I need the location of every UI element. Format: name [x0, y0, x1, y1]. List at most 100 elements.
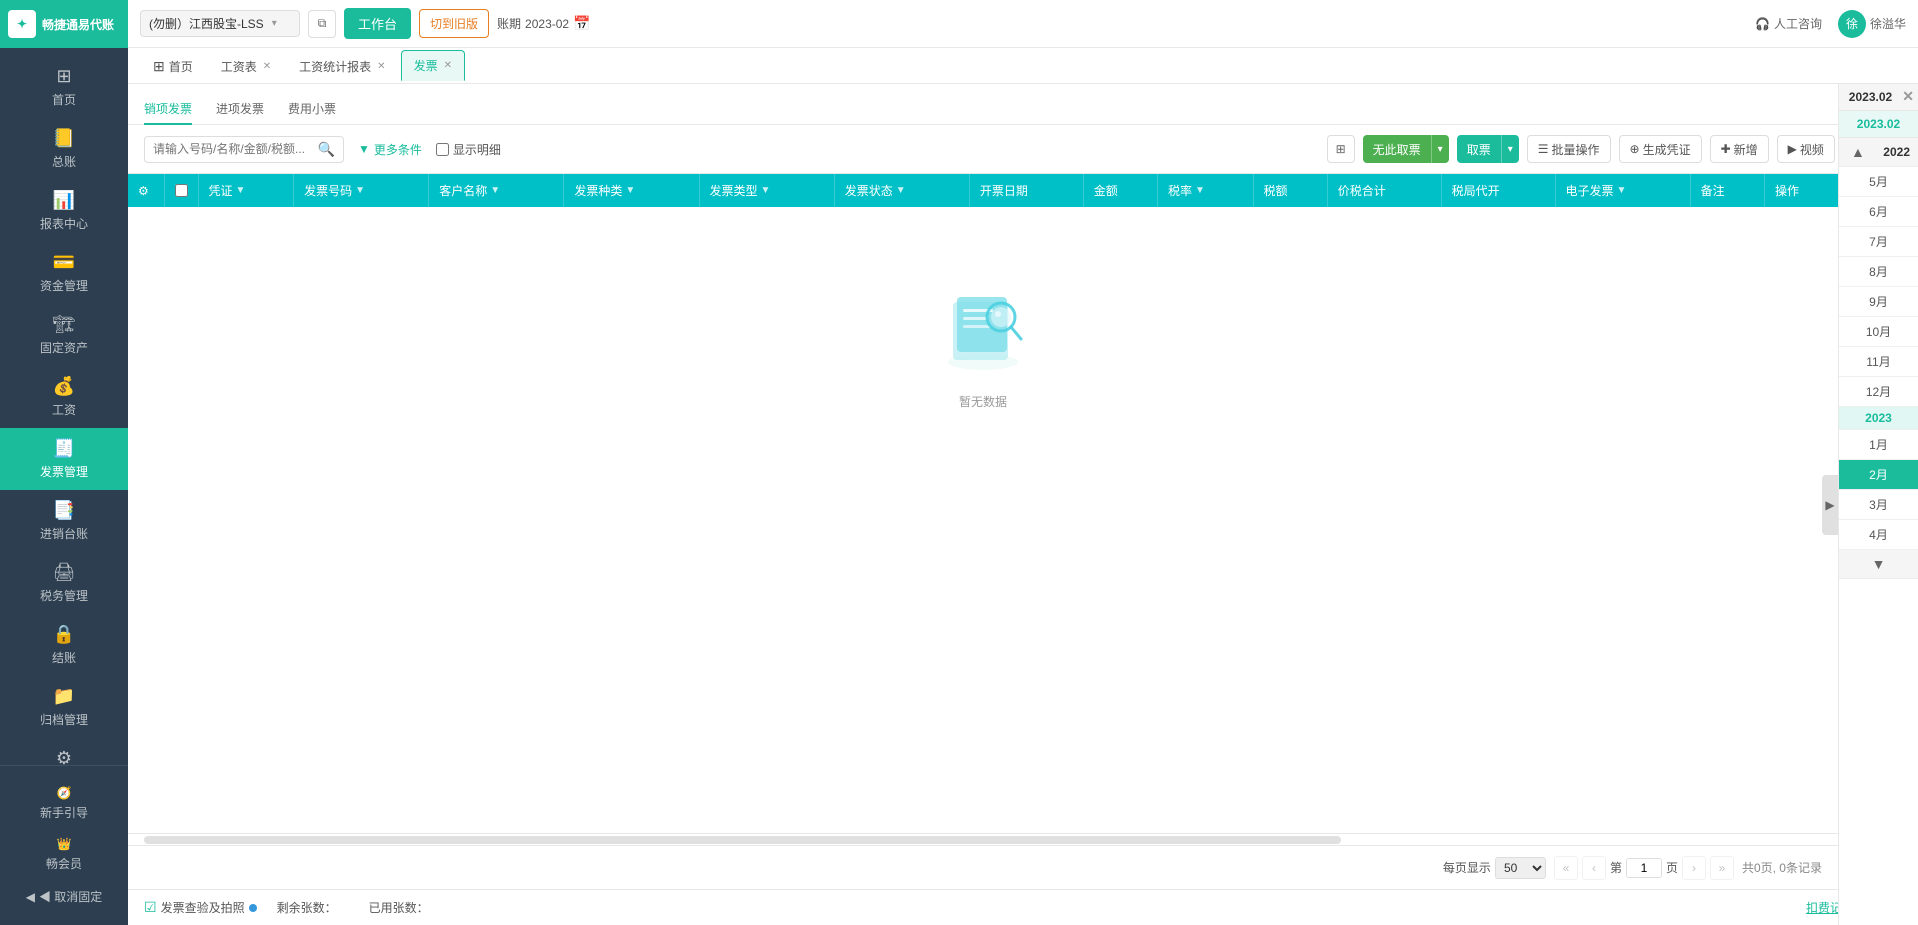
th-checkbox[interactable] [164, 174, 198, 207]
tab-close-icon[interactable]: ✕ [263, 61, 271, 72]
sidebar-item-closing[interactable]: 🔒 结账 [0, 614, 128, 676]
month-2022-10[interactable]: 10月 [1839, 317, 1918, 347]
month-2022-9[interactable]: 9月 [1839, 287, 1918, 317]
expand-icon: ▶ [1825, 498, 1834, 512]
inner-tab-expense[interactable]: 费用小票 [288, 94, 336, 125]
month-2022-5[interactable]: 5月 [1839, 167, 1918, 197]
tab-close-icon[interactable]: ✕ [444, 60, 452, 71]
workbench-button[interactable]: 工作台 [344, 8, 411, 39]
tab-home[interactable]: ⊞ 首页 [140, 51, 206, 81]
invoice-check-label[interactable]: ☑ 发票查验及拍照 [144, 899, 257, 916]
customer-filter-icon[interactable]: ▼ [490, 185, 500, 196]
inner-tab-purchase[interactable]: 进项发票 [216, 94, 264, 125]
new-label: 新增 [1734, 141, 1758, 158]
tab-invoices[interactable]: 发票 ✕ [401, 50, 465, 81]
th-amount: 金额 [1083, 174, 1157, 207]
copy-company-btn[interactable]: ⧉ [308, 10, 336, 38]
year-up-arrow[interactable]: ▲ [1847, 142, 1869, 162]
no-ticket-btn[interactable]: 无此取票 ▾ [1363, 135, 1449, 163]
th-settings[interactable]: ⚙ [128, 174, 164, 207]
tax-rate-filter-icon[interactable]: ▼ [1195, 185, 1205, 196]
page-number-input[interactable] [1626, 858, 1662, 878]
ticket-label: 取票 [1457, 135, 1502, 163]
invoice-cat-filter-icon[interactable]: ▼ [761, 185, 771, 196]
invoice-type-filter-icon[interactable]: ▼ [625, 185, 635, 196]
sidebar-item-funds[interactable]: 💳 资金管理 [0, 242, 128, 304]
expand-panel-btn[interactable]: ▶ [1822, 475, 1838, 535]
month-2023-2[interactable]: 2月 [1839, 460, 1918, 490]
member-icon: 👑 [57, 837, 72, 851]
empty-state: 暂无数据 [128, 207, 1838, 490]
sidebar-item-tax[interactable]: 🖨 税务管理 [0, 552, 128, 614]
show-detail-label: 显示明细 [453, 141, 501, 158]
month-2022-8[interactable]: 8月 [1839, 257, 1918, 287]
company-selector[interactable]: (勿删）江西股宝-LSS ▾ [140, 10, 300, 37]
e-invoice-filter-icon[interactable]: ▼ [1617, 185, 1627, 196]
th-invoice-type: 发票种类 ▼ [564, 174, 699, 207]
month-2022-7[interactable]: 7月 [1839, 227, 1918, 257]
first-page-btn[interactable]: « [1554, 856, 1578, 880]
panel-close-btn[interactable]: ✕ [1902, 88, 1914, 105]
prev-page-btn[interactable]: ‹ [1582, 856, 1606, 880]
sidebar-item-ledger[interactable]: 📒 总账 [0, 118, 128, 180]
month-2023-1[interactable]: 1月 [1839, 430, 1918, 460]
search-icon[interactable]: 🔍 [318, 141, 335, 158]
sidebar-item-archive[interactable]: 📁 归档管理 [0, 676, 128, 738]
inner-tab-sales[interactable]: 销项发票 [144, 94, 192, 125]
tax-total-col-label: 价税合计 [1338, 182, 1386, 199]
no-ticket-label: 无此取票 [1363, 135, 1432, 163]
show-detail-checkbox[interactable]: 显示明细 [436, 141, 501, 158]
th-tax-rate: 税率 ▼ [1157, 174, 1253, 207]
th-invoice-status: 发票状态 ▼ [834, 174, 969, 207]
new-btn[interactable]: ✚ 新增 [1710, 135, 1769, 163]
sidebar-item-member[interactable]: 👑 畅会员 [0, 829, 128, 880]
right-date-panel: 2023.02 ✕ 2023.02 ▲ 2022 5月 6月 7月 8月 [1838, 84, 1918, 925]
invoice-status-filter-icon[interactable]: ▼ [896, 185, 906, 196]
sidebar-item-guide[interactable]: 🧭 新手引导 [0, 778, 128, 829]
support-btn[interactable]: 🎧 人工咨询 [1755, 15, 1822, 32]
month-2022-6[interactable]: 6月 [1839, 197, 1918, 227]
h-scrollbar-area[interactable] [128, 833, 1838, 845]
sidebar-item-assets[interactable]: 🏗 固定资产 [0, 304, 128, 366]
inner-tab-label: 销项发票 [144, 102, 192, 116]
tab-close-icon[interactable]: ✕ [377, 61, 385, 72]
batch-ops-btn[interactable]: ☰ 批量操作 [1527, 135, 1611, 163]
last-page-btn[interactable]: » [1710, 856, 1734, 880]
voucher-filter-icon[interactable]: ▼ [236, 185, 246, 196]
period-calendar-icon[interactable]: 📅 [573, 15, 590, 32]
page-size-select[interactable]: 10 20 50 100 [1495, 857, 1546, 879]
sidebar-item-label: 首页 [52, 91, 76, 108]
search-input[interactable] [153, 142, 314, 156]
sidebar-item-reports[interactable]: 📊 报表中心 [0, 180, 128, 242]
sidebar-item-settings[interactable]: ⚙ 设置 [0, 738, 128, 765]
user-info[interactable]: 徐 徐溢华 [1838, 10, 1906, 38]
sidebar-item-salesledger[interactable]: 📑 进销台账 [0, 490, 128, 552]
sidebar-item-label: 归档管理 [40, 711, 88, 728]
sidebar-item-invoices[interactable]: 🧾 发票管理 [0, 428, 128, 490]
switch-version-button[interactable]: 切到旧版 [419, 9, 489, 38]
month-2023-4[interactable]: 4月 [1839, 520, 1918, 550]
sidebar-item-payroll[interactable]: 💰 工资 [0, 366, 128, 428]
sidebar-item-home[interactable]: ⊞ 首页 [0, 56, 128, 118]
invoice-no-filter-icon[interactable]: ▼ [355, 185, 365, 196]
month-2022-12[interactable]: 12月 [1839, 377, 1918, 407]
avatar: 徐 [1838, 10, 1866, 38]
first-page-icon: « [1563, 861, 1570, 875]
next-page-btn[interactable]: › [1682, 856, 1706, 880]
grid-layout-btn[interactable]: ⊞ [1327, 135, 1355, 163]
ticket-btn[interactable]: 取票 ▾ [1457, 135, 1519, 163]
tab-payroll-table[interactable]: 工资表 ✕ [208, 51, 284, 81]
gen-voucher-btn[interactable]: ⊕ 生成凭证 [1619, 135, 1702, 163]
select-all-checkbox[interactable] [175, 184, 188, 197]
video-btn[interactable]: ▶ 视频 [1777, 135, 1835, 163]
tab-payroll-stats[interactable]: 工资统计报表 ✕ [286, 51, 398, 81]
filter-more-btn[interactable]: ▼ 更多条件 [352, 137, 428, 162]
show-detail-input[interactable] [436, 143, 449, 156]
main-content: (勿删）江西股宝-LSS ▾ ⧉ 工作台 切到旧版 账期 2023-02 📅 🎧… [128, 0, 1918, 925]
prev-page-icon: ‹ [1592, 861, 1596, 875]
month-2022-11[interactable]: 11月 [1839, 347, 1918, 377]
toolbar: 🔍 ▼ 更多条件 显示明细 ⊞ 无此取票 ▾ [128, 125, 1918, 174]
month-2023-3[interactable]: 3月 [1839, 490, 1918, 520]
sidebar-collapse-btn[interactable]: ◀ ◀ 取消固定 [0, 880, 128, 913]
year-down-arrow[interactable]: ▼ [1868, 554, 1890, 574]
